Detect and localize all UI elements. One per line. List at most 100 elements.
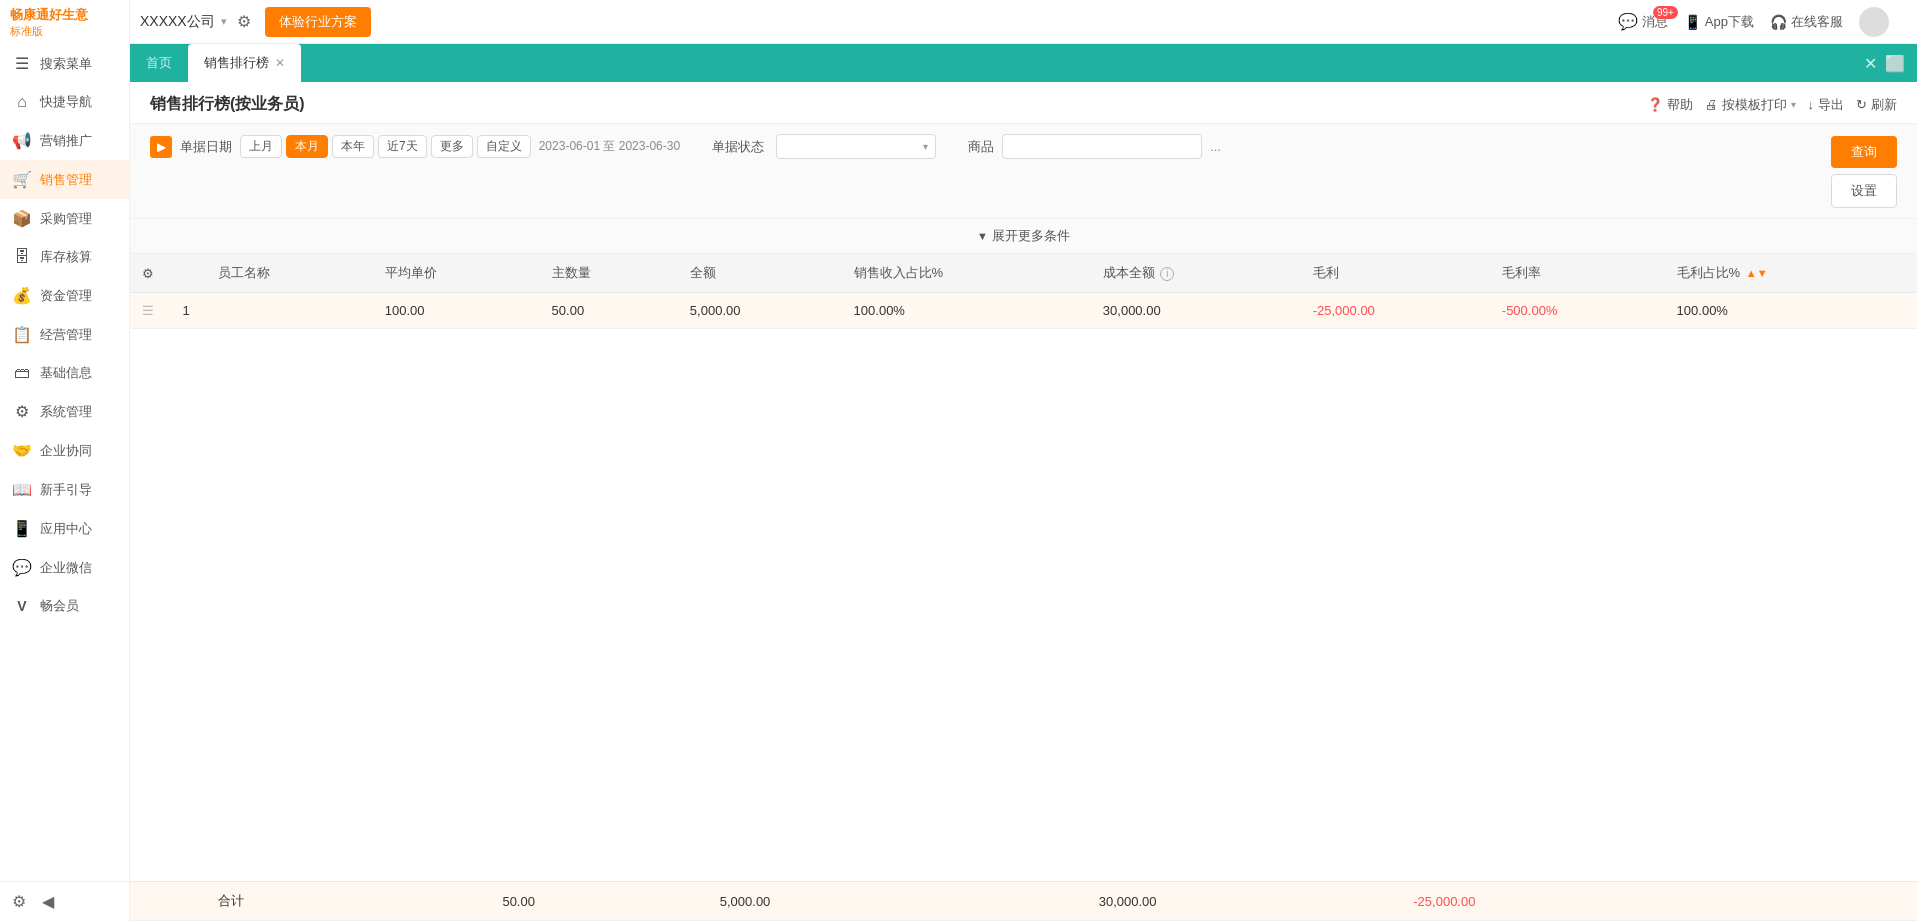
sidebar-item-apps[interactable]: 📱 应用中心 xyxy=(0,509,129,548)
col-qty: 主数量 xyxy=(540,254,678,293)
row-sales-pct: 100.00% xyxy=(842,293,1091,329)
table-footer-row: 合计 50.00 5,000.00 30,000.00 -25,000.00 xyxy=(130,882,1917,921)
sort-icon[interactable]: ▲▼ xyxy=(1746,267,1768,279)
logo-line1: 畅康通好生意 xyxy=(10,6,88,24)
sales-icon: 🛒 xyxy=(12,170,32,189)
sidebar-item-guide[interactable]: 📖 新手引导 xyxy=(0,470,129,509)
tab-maximize-icon[interactable]: ⬜ xyxy=(1885,54,1905,73)
footer-qty: 50.00 xyxy=(490,882,707,921)
footer-label: 合计 xyxy=(206,882,398,921)
help-btn[interactable]: ❓ 帮助 xyxy=(1647,96,1693,114)
tab-sales-ranking[interactable]: 销售排行榜 ✕ xyxy=(188,44,301,82)
sidebar-item-enterprise[interactable]: 🤝 企业协同 xyxy=(0,431,129,470)
sidebar-label-system: 系统管理 xyxy=(40,403,92,421)
page-title: 销售排行榜(按业务员) xyxy=(150,94,305,115)
search-icon: ☰ xyxy=(12,54,32,73)
row-gross-pct: 100.00% xyxy=(1665,293,1917,329)
sidebar-item-purchase[interactable]: 📦 采购管理 xyxy=(0,199,129,238)
sidebar-item-member[interactable]: V 畅会员 xyxy=(0,587,129,625)
filter-expand-toggle[interactable]: ▶ xyxy=(150,136,172,158)
company-name[interactable]: XXXXX公司 xyxy=(140,13,215,31)
print-dropdown-icon[interactable]: ▾ xyxy=(1791,99,1796,110)
sidebar-label-member: 畅会员 xyxy=(40,597,79,615)
date-range-display: 2023-06-01 至 2023-06-30 xyxy=(539,138,680,155)
sidebar-item-system[interactable]: ⚙ 系统管理 xyxy=(0,392,129,431)
member-icon: V xyxy=(12,598,32,614)
avatar[interactable] xyxy=(1859,7,1889,37)
sidebar-item-marketing[interactable]: 📢 营销推广 xyxy=(0,121,129,160)
col-amount: 全额 xyxy=(678,254,842,293)
row-settings[interactable]: ☰ xyxy=(130,293,166,329)
tab-close-all-icon[interactable]: ✕ xyxy=(1864,54,1877,73)
date-btn-custom[interactable]: 自定义 xyxy=(477,135,531,158)
operations-icon: 📋 xyxy=(12,325,32,344)
col-cost: 成本全额 i xyxy=(1091,254,1301,293)
sidebar-item-wechat[interactable]: 💬 企业微信 xyxy=(0,548,129,587)
date-btn-7days[interactable]: 近7天 xyxy=(378,135,427,158)
sidebar-item-sales[interactable]: 🛒 销售管理 xyxy=(0,160,129,199)
sidebar-collapse-icon[interactable]: ◀ xyxy=(42,892,54,911)
tab-close-icon[interactable]: ✕ xyxy=(275,56,285,70)
sidebar-label-inventory: 库存核算 xyxy=(40,248,92,266)
sidebar-item-inventory[interactable]: 🗄 库存核算 xyxy=(0,238,129,276)
date-btn-prev-month[interactable]: 上月 xyxy=(240,135,282,158)
query-button[interactable]: 查询 xyxy=(1831,136,1897,168)
trial-button[interactable]: 体验行业方案 xyxy=(265,7,371,37)
message-icon: 💬 xyxy=(1618,12,1638,31)
purchase-icon: 📦 xyxy=(12,209,32,228)
headset-icon: 🎧 xyxy=(1770,14,1787,30)
settings-icon[interactable]: ⚙ xyxy=(237,12,251,31)
footer-sales-pct xyxy=(994,882,1086,921)
date-btn-more[interactable]: 更多 xyxy=(431,135,473,158)
sidebar-item-quicknav[interactable]: ⌂ 快捷导航 xyxy=(0,83,129,121)
app-icon: 📱 xyxy=(1684,14,1701,30)
sidebar-label-operations: 经营管理 xyxy=(40,326,92,344)
tab-home[interactable]: 首页 xyxy=(130,44,188,82)
expand-conditions-label: 展开更多条件 xyxy=(992,227,1070,245)
refresh-btn[interactable]: ↻ 刷新 xyxy=(1856,96,1897,114)
inventory-icon: 🗄 xyxy=(12,248,32,266)
footer-gross-rate xyxy=(1732,882,1824,921)
print-icon: 🖨 xyxy=(1705,97,1718,112)
set-button[interactable]: 设置 xyxy=(1831,174,1897,208)
sidebar-label-finance: 资金管理 xyxy=(40,287,92,305)
app-download-btn[interactable]: 📱 App下载 xyxy=(1684,13,1754,31)
status-filter-label: 单据状态 xyxy=(712,138,764,156)
status-filter-select[interactable] xyxy=(776,134,936,159)
goods-filter-input[interactable] xyxy=(1002,134,1202,159)
col-settings[interactable]: ⚙ xyxy=(130,254,166,293)
cost-info-icon[interactable]: i xyxy=(1160,267,1174,281)
sidebar-bottom-settings-icon[interactable]: ⚙ xyxy=(12,892,26,911)
col-gross: 毛利 xyxy=(1301,254,1490,293)
message-badge: 99+ xyxy=(1653,6,1678,19)
row-name xyxy=(206,293,373,329)
row-rank: 1 xyxy=(166,293,206,329)
expand-conditions-btn[interactable]: ▼ 展开更多条件 xyxy=(977,227,1070,245)
date-btn-this-month[interactable]: 本月 xyxy=(286,135,328,158)
sidebar-label-purchase: 采购管理 xyxy=(40,210,92,228)
sidebar-item-search[interactable]: ☰ 搜索菜单 xyxy=(0,44,129,83)
home-icon: ⌂ xyxy=(12,93,32,111)
sidebar-item-basic-info[interactable]: 🗃 基础信息 xyxy=(0,354,129,392)
date-btn-this-year[interactable]: 本年 xyxy=(332,135,374,158)
sidebar-item-operations[interactable]: 📋 经营管理 xyxy=(0,315,129,354)
col-gross-pct: 毛利占比% ▲▼ xyxy=(1665,254,1917,293)
footer-avg-price xyxy=(398,882,490,921)
sidebar-label-sales: 销售管理 xyxy=(40,171,92,189)
table-row: ☰ 1 100.00 50.00 5,000.00 100.00% 30,000… xyxy=(130,293,1917,329)
sidebar-label-search: 搜索菜单 xyxy=(40,55,92,73)
sidebar-label-basic-info: 基础信息 xyxy=(40,364,92,382)
print-btn[interactable]: 🖨 按模板打印 ▾ xyxy=(1705,96,1796,114)
message-btn[interactable]: 💬 消息 99+ xyxy=(1618,12,1668,31)
enterprise-icon: 🤝 xyxy=(12,441,32,460)
company-dropdown-icon[interactable]: ▾ xyxy=(221,15,227,28)
sidebar-item-finance[interactable]: 💰 资金管理 xyxy=(0,276,129,315)
export-btn[interactable]: ↓ 导出 xyxy=(1808,96,1845,114)
row-gross-rate: -500.00% xyxy=(1490,293,1665,329)
online-service-btn[interactable]: 🎧 在线客服 xyxy=(1770,13,1843,31)
guide-icon: 📖 xyxy=(12,480,32,499)
footer-gross-pct xyxy=(1825,882,1917,921)
goods-more-btn[interactable]: ... xyxy=(1210,139,1221,154)
col-settings-icon[interactable]: ⚙ xyxy=(142,266,154,281)
logo-line2: 标准版 xyxy=(10,24,43,39)
